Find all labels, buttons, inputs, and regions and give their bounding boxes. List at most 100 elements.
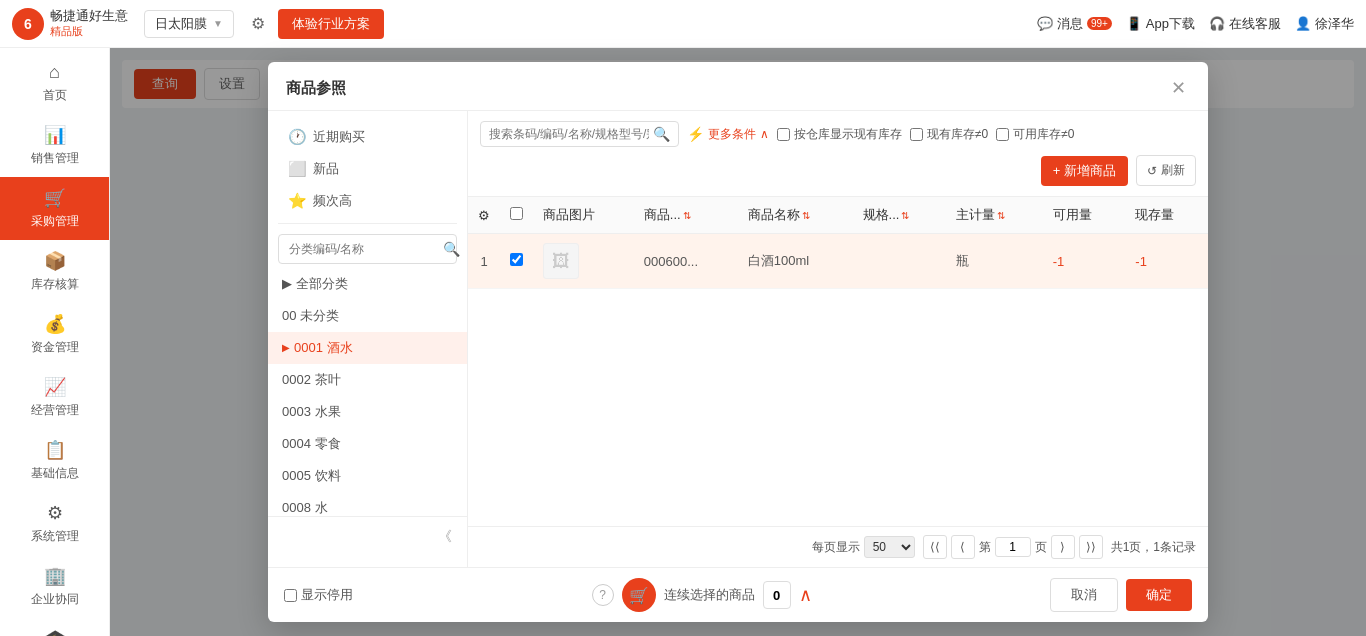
row-stock: -1: [1125, 234, 1208, 289]
store-selector[interactable]: 日太阳膜 ▼: [144, 10, 234, 38]
sidebar-item-inventory[interactable]: 📦 库存核算: [0, 240, 109, 303]
product-thumbnail: 🖼: [543, 243, 579, 279]
th-code[interactable]: 商品...⇅: [634, 197, 738, 234]
total-info: 共1页，1条记录: [1111, 539, 1196, 556]
row-select-checkbox[interactable]: [510, 253, 523, 266]
pagination: 每页显示 10 20 50 100 ⟨⟨ ⟨: [468, 526, 1208, 567]
next-page-btn[interactable]: ⟩: [1051, 535, 1075, 559]
show-disabled-checkbox[interactable]: [284, 589, 297, 602]
category-item-0003[interactable]: 0003 水果: [268, 396, 467, 428]
page-number-input[interactable]: [995, 537, 1031, 557]
row-name: 白酒100ml: [738, 234, 853, 289]
help-icon[interactable]: ?: [592, 584, 614, 606]
row-code: 000600...: [634, 234, 738, 289]
first-page-btn[interactable]: ⟨⟨: [923, 535, 947, 559]
last-page-btn[interactable]: ⟩⟩: [1079, 535, 1103, 559]
username-label: 徐泽华: [1315, 15, 1354, 33]
filter-btn[interactable]: ⚡ 更多条件 ∧: [687, 126, 769, 143]
per-page-dropdown[interactable]: 10 20 50 100: [864, 536, 915, 558]
settings-icon-btn[interactable]: ⚙: [242, 8, 274, 40]
select-all-checkbox[interactable]: [510, 207, 523, 220]
checkbox-available-stock-input[interactable]: [996, 128, 1009, 141]
category-item-0001[interactable]: ▶ 0001 酒水: [268, 332, 467, 364]
tab-new-product[interactable]: ⬜ 新品: [278, 153, 457, 185]
modal-overlay: 商品参照 ✕ 🕐 近期购买 ⬜ 新: [110, 48, 1366, 636]
category-item-0005[interactable]: 0005 饮料: [268, 460, 467, 492]
app-download-item[interactable]: 📱 App下载: [1126, 15, 1195, 33]
experience-btn[interactable]: 体验行业方案: [278, 9, 384, 39]
checkbox-existing-stock-input[interactable]: [910, 128, 923, 141]
assets-icon: 💰: [44, 313, 66, 335]
inventory-icon: 📦: [44, 250, 66, 272]
th-spec[interactable]: 规格...⇅: [853, 197, 947, 234]
product-search-icon[interactable]: 🔍: [653, 126, 670, 142]
sidebar-label-inventory: 库存核算: [31, 276, 79, 293]
refresh-label: 刷新: [1161, 162, 1185, 179]
modal-footer: 显示停用 ? 🛒 连续选择的商品 0 ∧ 取消 确定: [268, 567, 1208, 622]
sidebar-label-basic: 基础信息: [31, 465, 79, 482]
category-item-uncategorized[interactable]: 00 未分类: [268, 300, 467, 332]
sidebar-item-sales[interactable]: 📊 销售管理: [0, 114, 109, 177]
checkbox-available-stock-label: 可用库存≠0: [1013, 126, 1074, 143]
sidebar-item-purchase[interactable]: 🛒 采购管理: [0, 177, 109, 240]
checkbox-by-warehouse-input[interactable]: [777, 128, 790, 141]
collapse-left-panel-btn[interactable]: 《: [433, 525, 457, 549]
sidebar-item-basic[interactable]: 📋 基础信息: [0, 429, 109, 492]
table-row[interactable]: 1 🖼: [468, 234, 1208, 289]
checkbox-existing-stock[interactable]: 现有库存≠0: [910, 126, 988, 143]
sidebar-item-enterprise[interactable]: 🏢 企业协同: [0, 555, 109, 618]
continuous-select-label: 连续选择的商品: [664, 586, 755, 604]
cart-icon-btn[interactable]: 🛒: [622, 578, 656, 612]
page-di-label: 第: [979, 539, 991, 556]
prev-page-btn[interactable]: ⟨: [951, 535, 975, 559]
th-settings[interactable]: ⚙: [468, 197, 500, 234]
online-service-item[interactable]: 🎧 在线客服: [1209, 15, 1281, 33]
category-search-box: 🔍: [278, 234, 457, 264]
row-spec: [853, 234, 947, 289]
guide-icon: 🎓: [44, 628, 66, 636]
user-profile[interactable]: 👤 徐泽华: [1295, 15, 1354, 33]
category-search-icon[interactable]: 🔍: [443, 241, 460, 257]
th-name[interactable]: 商品名称⇅: [738, 197, 853, 234]
category-search-input[interactable]: [289, 242, 439, 256]
th-available: 可用量: [1043, 197, 1126, 234]
modal-body: 🕐 近期购买 ⬜ 新品 ⭐ 频次高: [268, 111, 1208, 567]
category-item-0004[interactable]: 0004 零食: [268, 428, 467, 460]
th-unit[interactable]: 主计量⇅: [946, 197, 1043, 234]
enterprise-icon: 🏢: [44, 565, 66, 587]
table-body: 1 🖼: [468, 234, 1208, 289]
confirm-button[interactable]: 确定: [1126, 579, 1192, 611]
purchase-icon: 🛒: [44, 187, 66, 209]
sidebar: ⌂ 首页 📊 销售管理 🛒 采购管理 📦 库存核算 💰 资金管理 📈 经营管理 …: [0, 48, 110, 636]
category-item-0002[interactable]: 0002 茶叶: [268, 364, 467, 396]
row-unit: 瓶: [946, 234, 1043, 289]
filter-label: 更多条件: [708, 126, 756, 143]
sidebar-label-sales: 销售管理: [31, 150, 79, 167]
modal-close-button[interactable]: ✕: [1166, 76, 1190, 100]
category-label-0005: 0005 饮料: [282, 467, 341, 485]
checkbox-available-stock[interactable]: 可用库存≠0: [996, 126, 1074, 143]
row-checkbox[interactable]: [500, 234, 533, 289]
logo-icon: 6: [12, 8, 44, 40]
sidebar-item-business[interactable]: 📈 经营管理: [0, 366, 109, 429]
sidebar-item-guide[interactable]: 🎓 新手引导: [0, 618, 109, 636]
system-icon: ⚙: [47, 502, 63, 524]
messages-item[interactable]: 💬 消息 99+: [1037, 15, 1112, 33]
refresh-btn[interactable]: ↺ 刷新: [1136, 155, 1196, 186]
collapse-cart-icon[interactable]: ∧: [799, 584, 812, 606]
category-item-all[interactable]: ▶ 全部分类: [268, 268, 467, 300]
sidebar-item-system[interactable]: ⚙ 系统管理: [0, 492, 109, 555]
sidebar-item-assets[interactable]: 💰 资金管理: [0, 303, 109, 366]
tab-recent-purchase[interactable]: 🕐 近期购买: [278, 121, 457, 153]
main-layout: ⌂ 首页 📊 销售管理 🛒 采购管理 📦 库存核算 💰 资金管理 📈 经营管理 …: [0, 48, 1366, 636]
add-product-btn[interactable]: + 新增商品: [1041, 156, 1128, 186]
show-disabled-label[interactable]: 显示停用: [284, 586, 353, 604]
phone-icon: 📱: [1126, 16, 1142, 31]
per-page-label: 每页显示: [812, 539, 860, 556]
checkbox-by-warehouse[interactable]: 按仓库显示现有库存: [777, 126, 902, 143]
product-search-input[interactable]: [489, 127, 649, 141]
tab-frequent[interactable]: ⭐ 频次高: [278, 185, 457, 217]
category-item-0008[interactable]: 0008 水: [268, 492, 467, 516]
sidebar-item-home[interactable]: ⌂ 首页: [0, 52, 109, 114]
cancel-button[interactable]: 取消: [1050, 578, 1118, 612]
